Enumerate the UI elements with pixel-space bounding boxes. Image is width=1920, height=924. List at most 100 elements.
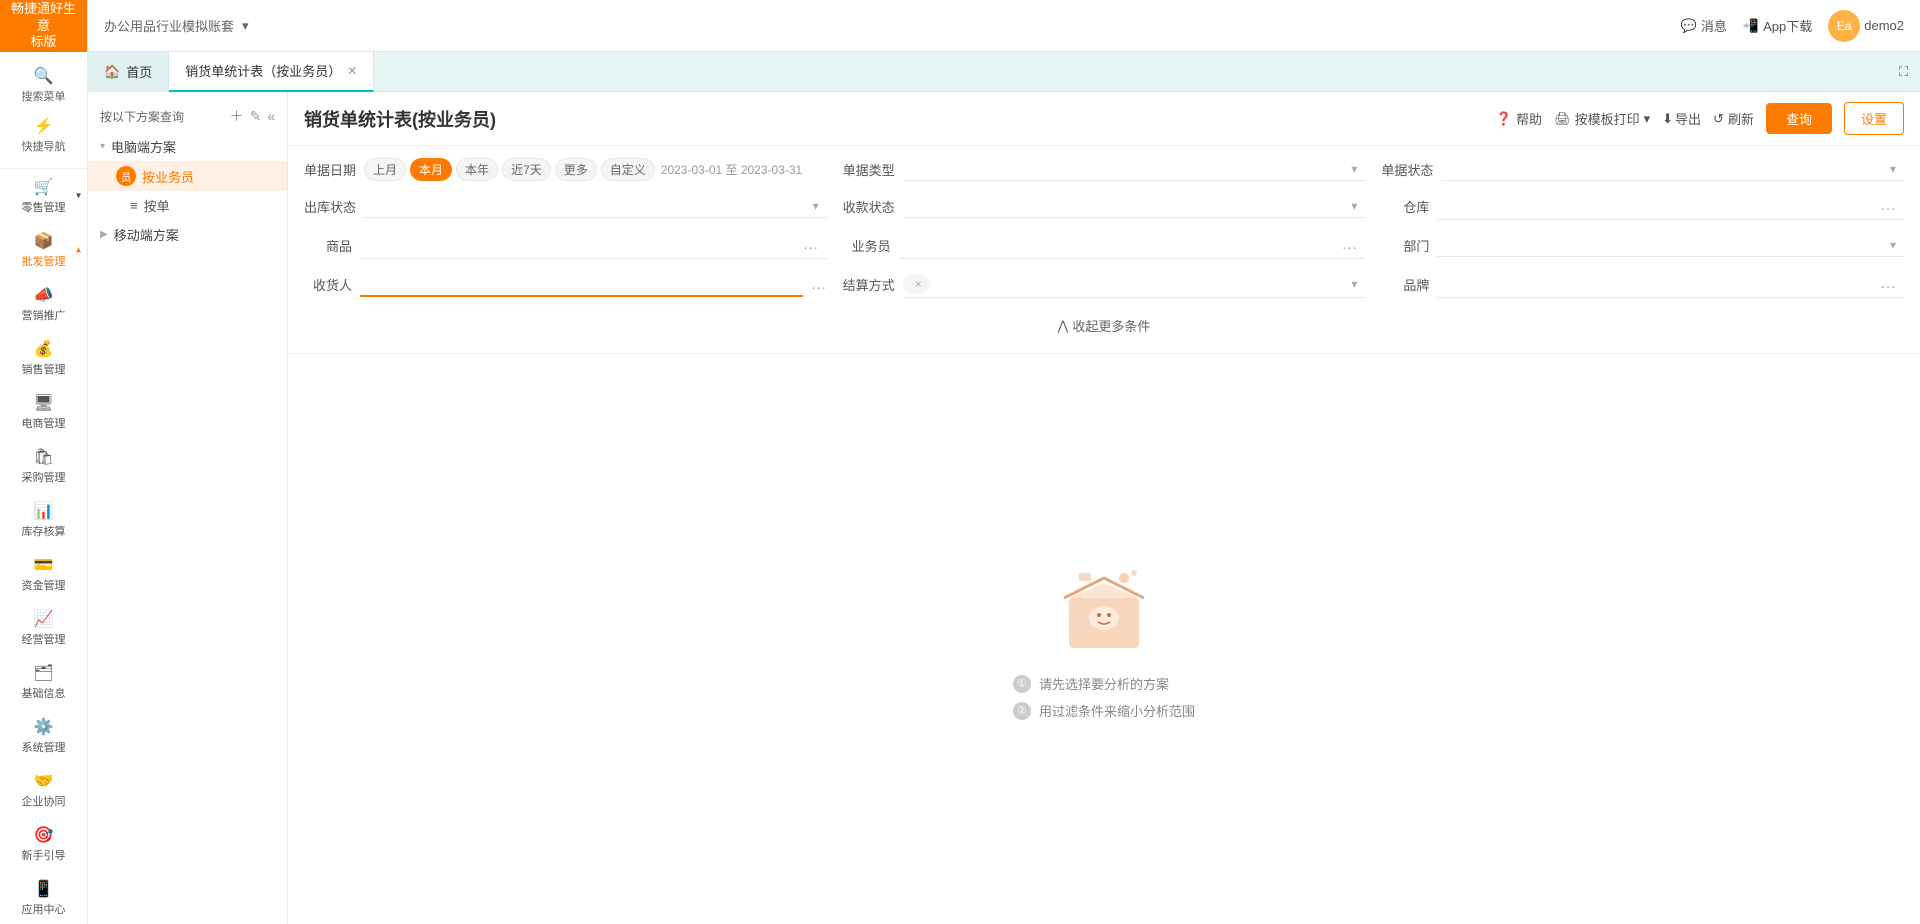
empty-illustration: [1044, 558, 1164, 658]
salesperson-select[interactable]: …: [899, 232, 1366, 259]
scheme-item-by-salesperson[interactable]: 员 按业务员: [88, 161, 287, 191]
page-actions: ❓ 帮助 🖨 按模板打印 ▾ ⬇ 导出 ↺ 刷新: [1496, 102, 1904, 135]
receiver-dots-icon[interactable]: …: [811, 276, 827, 294]
filter-row-3: 商品 … 业务员 … 部门: [304, 232, 1904, 259]
tree-expand-icon: ▾: [100, 141, 105, 152]
product-select[interactable]: …: [360, 232, 827, 259]
brand-dots-icon[interactable]: …: [1880, 275, 1896, 293]
print-button[interactable]: 🖨 按模板打印 ▾: [1554, 109, 1650, 128]
breadcrumb-arrow-icon[interactable]: ▾: [242, 18, 249, 34]
add-scheme-icon[interactable]: ＋: [229, 106, 243, 126]
sidebar-item-system[interactable]: ⚙️ 系统管理: [0, 709, 87, 763]
order-status-arrow-icon: ▾: [1890, 162, 1896, 176]
date-btn-custom[interactable]: 自定义: [601, 158, 655, 181]
print-icon: 🖨: [1554, 111, 1571, 127]
scheme-icon: 员: [116, 166, 136, 186]
department-select[interactable]: ▾: [1437, 234, 1904, 257]
wholesale-icon: 📦: [34, 231, 54, 251]
help-button[interactable]: ❓ 帮助: [1496, 109, 1542, 128]
date-btn-this-month[interactable]: 本月: [410, 158, 452, 181]
filter-receiver: 收货人 …: [304, 272, 827, 297]
tab-close-icon[interactable]: ✕: [347, 64, 357, 78]
filter-row-2: 出库状态 ▾ 收款状态 ▾ 仓库: [304, 193, 1904, 220]
sidebar-item-sales[interactable]: 💰 销售管理: [0, 331, 87, 385]
sidebar-item-apps[interactable]: 📱 应用中心: [0, 871, 87, 924]
avatar: Ea: [1828, 10, 1860, 42]
page-content: 按以下方案查询 ＋ ✎ « ▾ 电脑端方案 员 按业务员 ≡ 按单: [88, 92, 1920, 924]
payment-method-arrow-icon: ▾: [1351, 277, 1357, 291]
desktop-scheme-group[interactable]: ▾ 电脑端方案: [88, 132, 287, 161]
sidebar-item-wholesale[interactable]: 📦 批发管理 ▴: [0, 223, 87, 277]
header-breadcrumb: 办公用品行业模拟账套 ▾: [104, 16, 249, 35]
date-btn-7days[interactable]: 近7天: [502, 158, 551, 181]
quick-nav-item[interactable]: ⚡ 快捷导航: [0, 110, 87, 160]
payment-method-select[interactable]: × ▾: [903, 271, 1366, 298]
out-status-select[interactable]: ▾: [364, 195, 827, 218]
filter-order-status: 单据状态 ▾: [1381, 158, 1904, 181]
collapse-filter-button[interactable]: ⋀ 收起更多条件: [1042, 310, 1167, 341]
inventory-icon: 📊: [34, 501, 54, 521]
order-type-arrow-icon: ▾: [1351, 162, 1357, 176]
tip-num-1: ①: [1013, 675, 1031, 693]
order-icon: ≡: [130, 198, 138, 213]
message-icon: 💬: [1681, 18, 1697, 34]
empty-tip-2: ② 用过滤条件来缩小分析范围: [1013, 701, 1195, 720]
date-btn-more[interactable]: 更多: [555, 158, 597, 181]
sidebar-item-basics[interactable]: 🗂 基础信息: [0, 655, 87, 709]
product-dots-icon[interactable]: …: [803, 236, 819, 254]
sidebar-search-section: 🔍 搜索菜单 ⚡ 快捷导航: [0, 52, 87, 169]
filter-date: 单据日期 上月 本月 本年 近7天 更多 自定义 2023-03-01 至 20…: [304, 158, 827, 181]
salesperson-dots-icon[interactable]: …: [1341, 236, 1357, 254]
sidebar-item-retail[interactable]: 🛒 零售管理 ▾: [0, 169, 87, 223]
order-type-select[interactable]: ▾: [903, 158, 1366, 181]
left-panel-header: 按以下方案查询 ＋ ✎ «: [88, 100, 287, 132]
sidebar-item-purchase[interactable]: 🛍 采购管理: [0, 439, 87, 493]
export-button[interactable]: ⬇ 导出: [1662, 109, 1701, 128]
out-status-arrow-icon: ▾: [813, 199, 819, 213]
filter-out-status: 出库状态 ▾: [304, 195, 827, 218]
app-download-button[interactable]: 📲 App下载: [1743, 16, 1812, 35]
settings-button[interactable]: 设置: [1844, 102, 1904, 135]
sidebar-item-inventory[interactable]: 📊 库存核算: [0, 493, 87, 547]
warehouse-select[interactable]: …: [1437, 193, 1904, 220]
sidebar-item-finance[interactable]: 💳 资金管理: [0, 547, 87, 601]
query-button[interactable]: 查询: [1766, 103, 1832, 134]
date-filter-area: 上月 本月 本年 近7天 更多 自定义 2023-03-01 至 2023-03…: [364, 158, 827, 181]
edit-scheme-icon[interactable]: ✎: [249, 108, 261, 125]
payment-status-select[interactable]: ▾: [903, 195, 1366, 218]
scheme-item-by-order[interactable]: ≡ 按单: [88, 191, 287, 220]
search-menu-item[interactable]: 🔍 搜索菜单: [0, 60, 87, 110]
tab-home[interactable]: 🏠 首页: [88, 52, 169, 92]
empty-state: ① 请先选择要分析的方案 ② 用过滤条件来缩小分析范围: [288, 354, 1920, 924]
receiver-input[interactable]: [360, 272, 803, 297]
sidebar-item-operations[interactable]: 📈 经营管理: [0, 601, 87, 655]
sidebar: 畅捷通好生意 标版 🔍 搜索菜单 ⚡ 快捷导航 🛒 零售管理 ▾ 📦 批发管理 …: [0, 0, 88, 924]
refresh-button[interactable]: ↺ 刷新: [1713, 109, 1754, 128]
filter-order-type: 单据类型 ▾: [843, 158, 1366, 181]
operations-icon: 📈: [34, 609, 54, 629]
order-status-select[interactable]: ▾: [1441, 158, 1904, 181]
tab-sales-stat[interactable]: 销货单统计表（按业务员） ✕: [169, 52, 374, 92]
sidebar-item-marketing[interactable]: 📣 营销推广: [0, 277, 87, 331]
scheme-tree: ▾ 电脑端方案 员 按业务员 ≡ 按单 ▶ 移动端方案: [88, 132, 287, 249]
payment-method-tag-close[interactable]: ×: [915, 277, 922, 291]
sidebar-item-enterprise[interactable]: 🤝 企业协同: [0, 763, 87, 817]
date-btn-last-month[interactable]: 上月: [364, 158, 406, 181]
collapse-panel-icon[interactable]: «: [267, 108, 275, 124]
brand-select[interactable]: …: [1437, 271, 1904, 298]
expand-icon: ⛶: [1899, 64, 1908, 79]
date-btn-this-year[interactable]: 本年: [456, 158, 498, 181]
warehouse-dots-icon[interactable]: …: [1880, 197, 1896, 215]
system-icon: ⚙️: [34, 717, 54, 737]
payment-method-tag: ×: [903, 275, 930, 293]
mobile-scheme-group[interactable]: ▶ 移动端方案: [88, 220, 287, 249]
tip-num-2: ②: [1013, 702, 1031, 720]
chevron-up-icon: ▴: [76, 245, 81, 256]
sidebar-item-ecommerce[interactable]: 🖥 电商管理: [0, 385, 87, 439]
tab-expand-button[interactable]: ⛶: [1887, 64, 1920, 80]
user-profile[interactable]: Ea demo2: [1828, 10, 1904, 42]
page-title-bar: 销货单统计表(按业务员) ❓ 帮助 🖨 按模板打印 ▾ ⬇ 导出: [288, 92, 1920, 146]
sidebar-item-guide[interactable]: 🎯 新手引导: [0, 817, 87, 871]
date-range-text: 2023-03-01 至 2023-03-31: [661, 161, 802, 178]
message-button[interactable]: 💬 消息: [1681, 16, 1727, 35]
